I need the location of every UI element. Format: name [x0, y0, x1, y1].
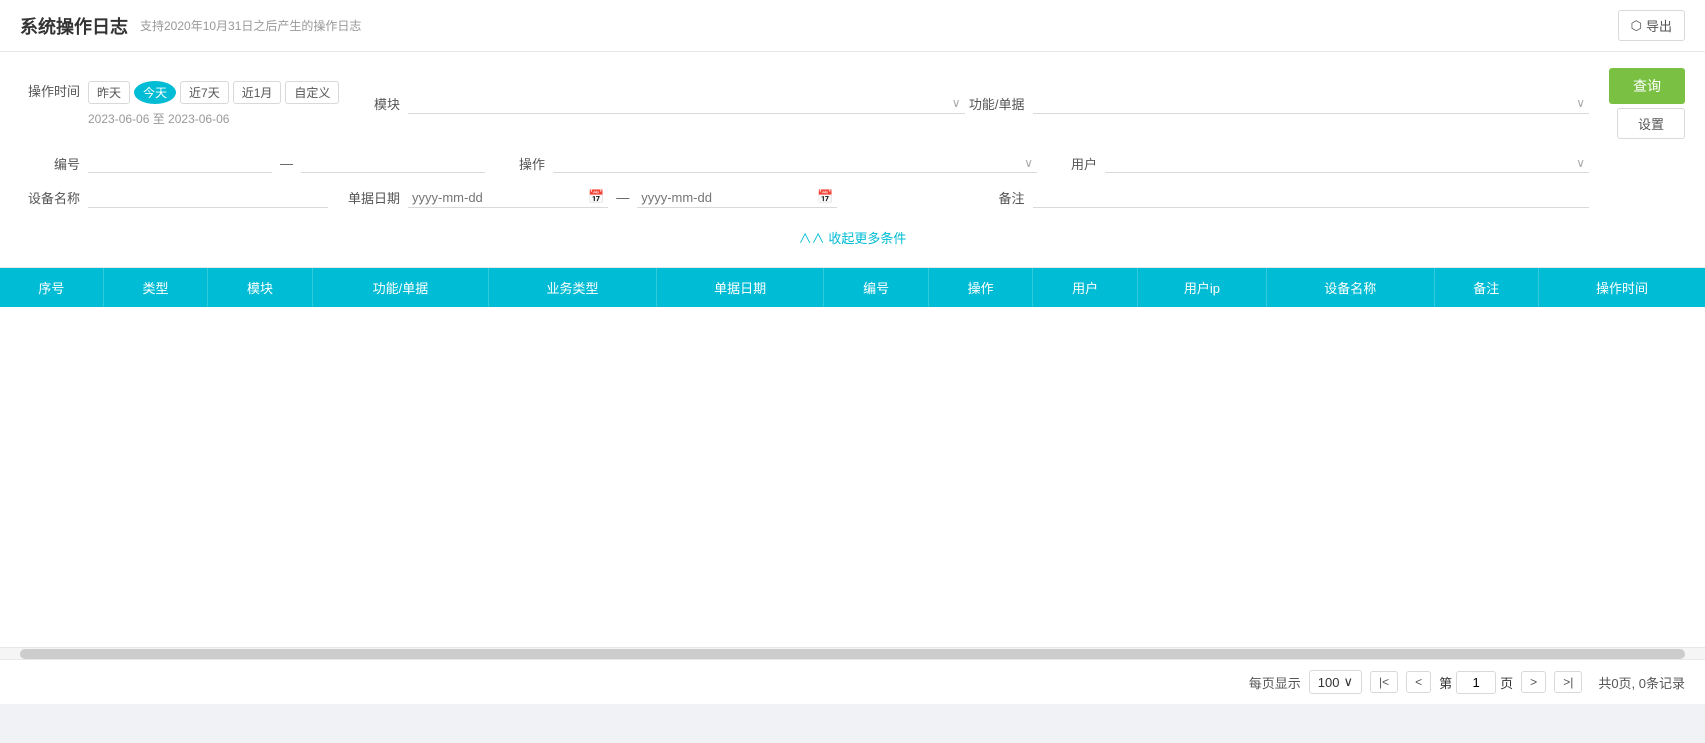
col-user: 用户	[1033, 268, 1137, 307]
time-btn-custom[interactable]: 自定义	[285, 81, 339, 104]
device-input[interactable]	[92, 190, 324, 205]
prev-page-button[interactable]: <	[1406, 671, 1431, 693]
next-page-button[interactable]: >	[1521, 671, 1546, 693]
data-table: 序号 类型 模块 功能/单据 业务类型 单据日期 编号 操作 用户 用户ip 设…	[0, 268, 1705, 307]
user-input[interactable]	[1109, 155, 1572, 170]
header-row: 序号 类型 模块 功能/单据 业务类型 单据日期 编号 操作 用户 用户ip 设…	[0, 268, 1705, 307]
col-device: 设备名称	[1266, 268, 1434, 307]
collapse-bar[interactable]: ∧∧ 收起更多条件	[20, 222, 1685, 257]
col-biz-type: 业务类型	[489, 268, 657, 307]
module-select[interactable]: ∨	[408, 94, 965, 114]
current-page-input[interactable]	[1456, 671, 1496, 694]
doc-date-start-input[interactable]	[412, 190, 588, 205]
empty-area	[0, 307, 1705, 647]
user-select[interactable]: ∨	[1105, 153, 1589, 173]
operation-input[interactable]	[557, 155, 1020, 170]
doc-date-start-wrap[interactable]: 📅	[408, 187, 608, 208]
user-caret-icon: ∨	[1576, 156, 1585, 170]
doc-date-end-input[interactable]	[641, 190, 817, 205]
time-btn-7days[interactable]: 近7天	[180, 81, 229, 104]
time-label: 操作时间	[20, 81, 80, 100]
col-number: 编号	[824, 268, 928, 307]
doc-date-label: 单据日期	[340, 188, 400, 207]
col-user-ip: 用户ip	[1137, 268, 1266, 307]
export-button[interactable]: ⬡ 导出	[1618, 10, 1685, 41]
operation-label: 操作	[485, 154, 545, 173]
device-label: 设备名称	[20, 188, 80, 207]
module-label: 模块	[340, 94, 400, 113]
col-operation: 操作	[928, 268, 1032, 307]
settings-button[interactable]: 设置	[1617, 108, 1685, 139]
page-unit: 页	[1500, 673, 1513, 692]
time-btn-1month[interactable]: 近1月	[233, 81, 282, 104]
number-end-wrap	[301, 153, 485, 173]
calendar-end-icon[interactable]: 📅	[817, 189, 833, 205]
time-btn-today[interactable]: 今天	[134, 81, 176, 104]
col-type: 类型	[103, 268, 207, 307]
collapse-button[interactable]: ∧∧ 收起更多条件	[799, 231, 907, 246]
query-button[interactable]: 查询	[1609, 68, 1685, 104]
function-caret-icon: ∨	[1576, 96, 1585, 110]
col-seq: 序号	[0, 268, 103, 307]
module-caret-icon: ∨	[952, 96, 961, 110]
col-remark: 备注	[1434, 268, 1538, 307]
number-dash: —	[280, 156, 293, 171]
number-start-wrap	[88, 153, 272, 173]
remark-label: 备注	[965, 188, 1025, 207]
collapse-up-icon: ∧∧	[799, 231, 825, 246]
col-doc-date: 单据日期	[656, 268, 824, 307]
per-page-label: 每页显示	[1249, 673, 1301, 692]
calendar-start-icon[interactable]: 📅	[588, 189, 604, 205]
filter-row-3: 设备名称 单据日期 📅 — 📅 备注	[20, 187, 1685, 208]
time-range-display: 2023-06-06 至 2023-06-06	[88, 110, 339, 127]
horizontal-scrollbar[interactable]	[0, 647, 1705, 659]
module-input[interactable]	[412, 96, 948, 111]
time-filter-section: 昨天 今天 近7天 近1月 自定义 2023-06-06 至 2023-06-0…	[88, 81, 339, 127]
per-page-select[interactable]: 100 ∨	[1309, 670, 1362, 694]
page-title: 系统操作日志	[20, 13, 128, 39]
pagination-bar: 每页显示 100 ∨ |< < 第 页 > >| 共0页, 0条记录	[0, 659, 1705, 704]
table-header: 序号 类型 模块 功能/单据 业务类型 单据日期 编号 操作 用户 用户ip 设…	[0, 268, 1705, 307]
col-module: 模块	[208, 268, 312, 307]
col-op-time: 操作时间	[1539, 268, 1705, 307]
col-function: 功能/单据	[312, 268, 488, 307]
per-page-value: 100	[1318, 675, 1340, 690]
last-page-button[interactable]: >|	[1554, 671, 1582, 693]
table-wrap: 序号 类型 模块 功能/单据 业务类型 单据日期 编号 操作 用户 用户ip 设…	[0, 268, 1705, 647]
function-label: 功能/单据	[965, 94, 1025, 113]
export-icon: ⬡	[1631, 18, 1642, 34]
page-header: 系统操作日志 支持2020年10月31日之后产生的操作日志 ⬡ 导出	[0, 0, 1705, 52]
time-btn-yesterday[interactable]: 昨天	[88, 81, 130, 104]
filter-panel: 操作时间 昨天 今天 近7天 近1月 自定义 2023-06-06 至 2023…	[0, 52, 1705, 268]
doc-date-dash: —	[616, 190, 629, 205]
number-end-input[interactable]	[305, 155, 481, 170]
page-input-wrap: 第 页	[1439, 671, 1513, 694]
number-label: 编号	[20, 154, 80, 173]
action-col: 查询 设置	[1605, 68, 1685, 139]
page-subtitle: 支持2020年10月31日之后产生的操作日志	[140, 17, 361, 34]
remark-input[interactable]	[1037, 190, 1586, 205]
first-page-button[interactable]: |<	[1370, 671, 1398, 693]
page-label: 第	[1439, 673, 1452, 692]
page-summary: 共0页, 0条记录	[1598, 673, 1685, 692]
filter-row-1: 操作时间 昨天 今天 近7天 近1月 自定义 2023-06-06 至 2023…	[20, 68, 1685, 139]
user-label: 用户	[1037, 154, 1097, 173]
number-start-input[interactable]	[92, 155, 268, 170]
doc-date-end-wrap[interactable]: 📅	[637, 187, 837, 208]
function-input[interactable]	[1037, 96, 1573, 111]
time-buttons: 昨天 今天 近7天 近1月 自定义	[88, 81, 339, 104]
operation-select[interactable]: ∨	[553, 153, 1037, 173]
per-page-caret-icon: ∨	[1343, 674, 1353, 690]
device-input-wrap	[88, 188, 328, 208]
function-select[interactable]: ∨	[1033, 94, 1590, 114]
operation-caret-icon: ∨	[1024, 156, 1033, 170]
remark-input-wrap	[1033, 188, 1590, 208]
filter-row-2: 编号 — 操作 ∨ 用户 ∨	[20, 153, 1685, 173]
